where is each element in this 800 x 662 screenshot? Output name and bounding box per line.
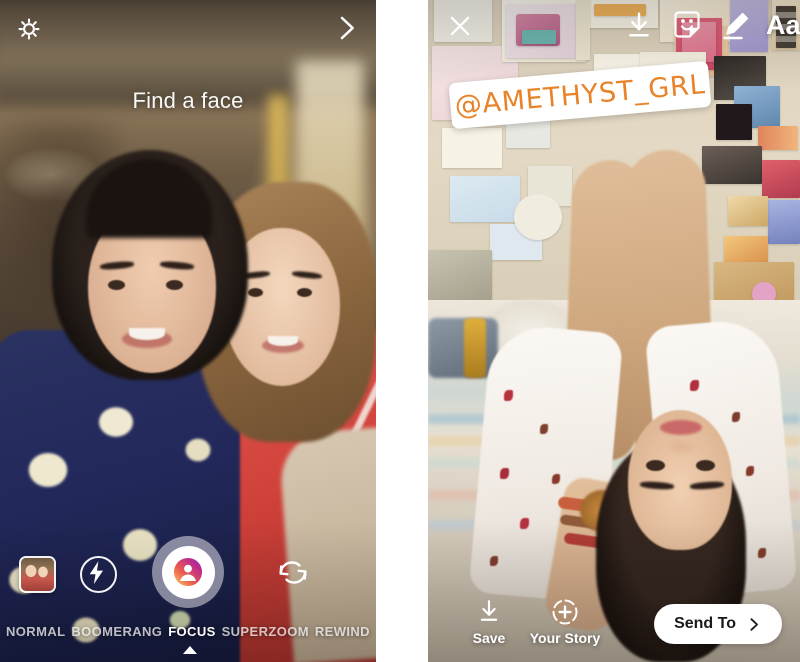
mode-focus[interactable]: FOCUS (168, 624, 216, 639)
gear-icon[interactable] (14, 14, 44, 44)
photo-thumbnail-icon[interactable] (19, 556, 56, 593)
camera-mode-strip[interactable]: NORMAL BOOMERANG FOCUS SUPERZOOM REWIND (0, 620, 376, 642)
mode-superzoom[interactable]: SUPERZOOM (222, 624, 309, 639)
plus-circle-dashed-icon (524, 597, 606, 627)
person-avatar-icon (173, 557, 203, 587)
chevron-right-icon (750, 617, 758, 631)
screenshot-root: Find a face NORMAL BOOMERANG FOCUS SUPER… (0, 0, 800, 662)
download-arrow-icon[interactable] (624, 10, 654, 42)
story-editor-screen: Aa @AMETHYST_GRL Save Your Story Send To (428, 0, 800, 662)
camera-capture-screen: Find a face NORMAL BOOMERANG FOCUS SUPER… (0, 0, 376, 662)
text-tool-button[interactable]: Aa (766, 8, 800, 42)
chevron-right-icon[interactable] (330, 12, 362, 44)
shutter-button[interactable] (152, 536, 224, 608)
mode-rewind[interactable]: REWIND (315, 624, 370, 639)
pen-marker-icon[interactable] (718, 9, 752, 43)
lightning-bolt-icon[interactable] (80, 556, 117, 593)
shutter-inner-circle (161, 545, 215, 599)
download-arrow-icon (462, 597, 516, 627)
save-label: Save (472, 630, 506, 646)
mode-normal[interactable]: NORMAL (6, 624, 65, 639)
your-story-button[interactable]: Your Story (524, 597, 606, 646)
mode-boomerang[interactable]: BOOMERANG (71, 624, 162, 639)
send-to-label: Send To (674, 615, 736, 632)
your-story-label: Your Story (529, 630, 601, 646)
save-button[interactable]: Save (462, 597, 516, 646)
camera-flip-icon[interactable] (272, 552, 314, 592)
sticker-smiley-icon[interactable] (671, 9, 703, 41)
send-to-button[interactable]: Send To (654, 604, 782, 644)
close-x-icon[interactable] (446, 12, 474, 40)
